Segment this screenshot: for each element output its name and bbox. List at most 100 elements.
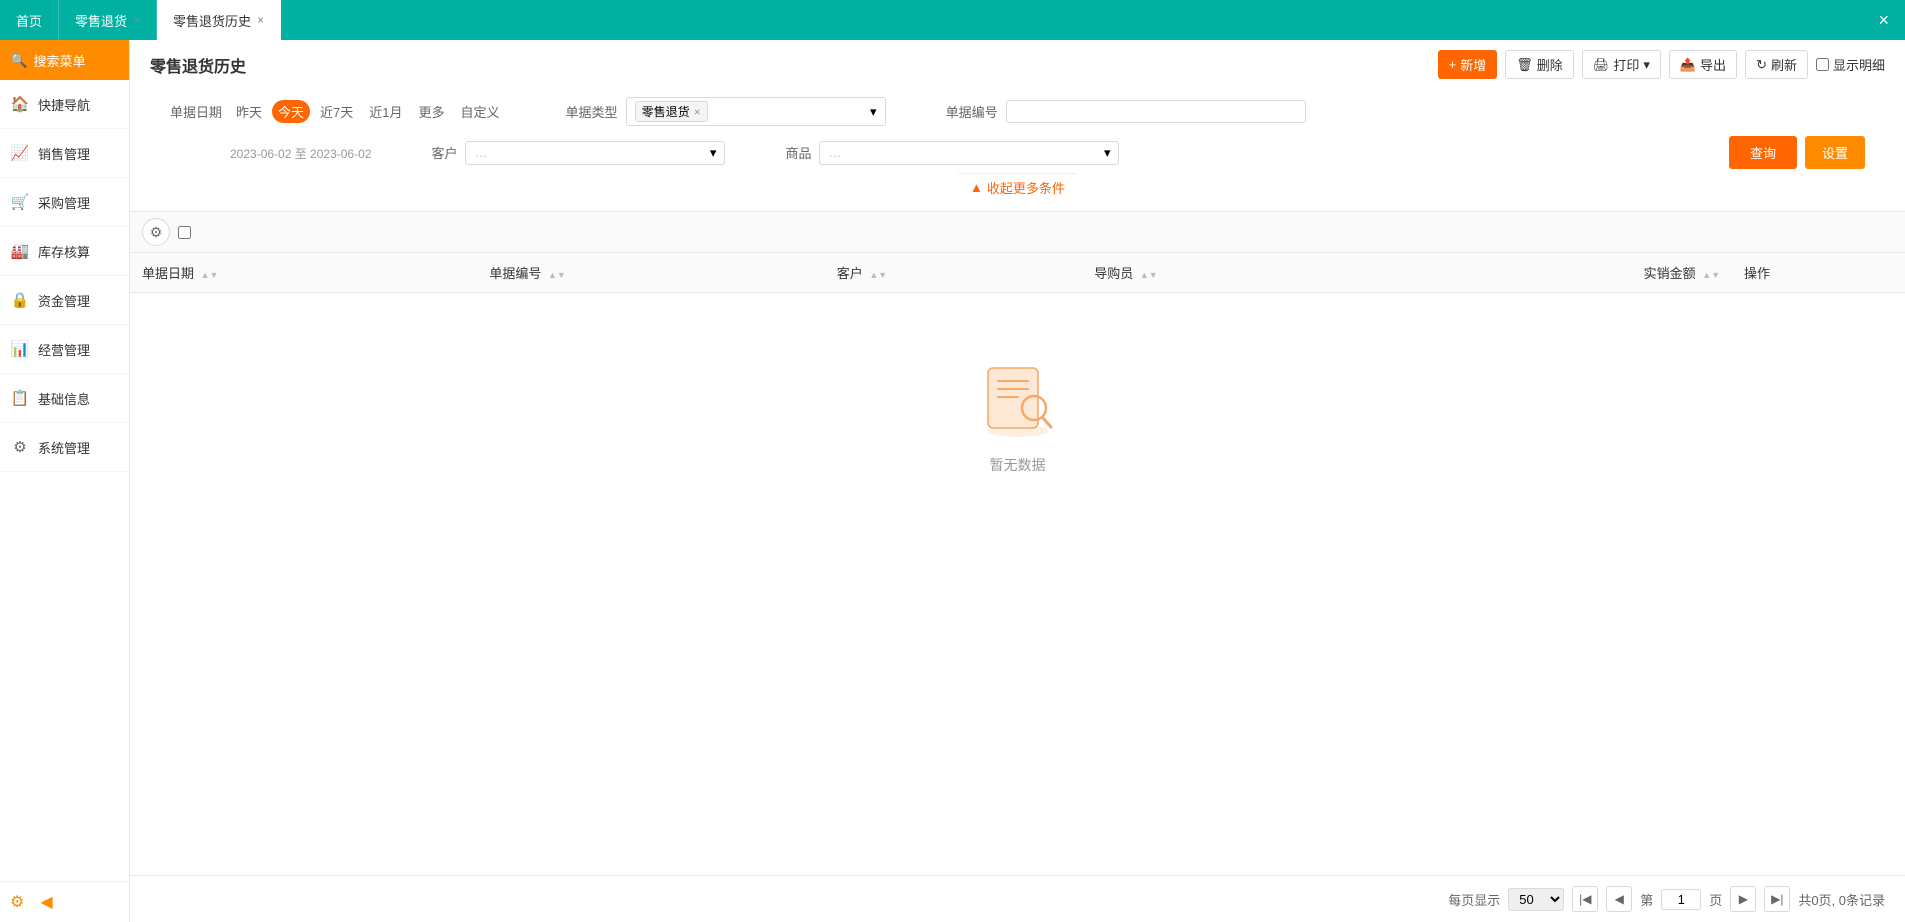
page-num-input[interactable] xyxy=(1661,889,1701,910)
bill-type-filter: 单据类型 零售退货 × ▾ xyxy=(566,97,886,126)
filter-date-range-row: 2023-06-02 至 2023-06-02 客户 … ▾ 商品 xyxy=(170,136,1865,169)
finance-icon: 🔒 xyxy=(10,290,30,310)
window-close-button[interactable]: × xyxy=(1878,10,1889,31)
col-customer: 客户 ▲▼ xyxy=(825,253,1082,293)
sidebar-item-purchase-label: 采购管理 xyxy=(38,193,90,212)
sidebar-item-basic-info-label: 基础信息 xyxy=(38,389,90,408)
sidebar-item-finance-label: 资金管理 xyxy=(38,291,90,310)
sort-guide-icon[interactable]: ▲▼ xyxy=(1140,270,1158,280)
customer-filter: 客户 … ▾ xyxy=(431,141,725,165)
tab-retail-return-history-label: 零售退货历史 xyxy=(173,11,251,30)
sidebar-item-finance[interactable]: 🔒 资金管理 xyxy=(0,276,129,325)
col-guide: 导购员 ▲▼ xyxy=(1082,253,1384,293)
table-toolbar: ⚙ xyxy=(130,212,1905,253)
date-opt-more[interactable]: 更多 xyxy=(413,100,451,123)
total-label: 共0页, 0条记录 xyxy=(1798,890,1885,909)
tab-home-label: 首页 xyxy=(16,11,42,30)
delete-icon: 🗑 xyxy=(1516,57,1533,73)
sidebar-item-sales[interactable]: 📈 销售管理 xyxy=(0,129,129,178)
page-size-select[interactable]: 10 20 50 100 xyxy=(1508,888,1564,911)
date-opt-7days[interactable]: 近7天 xyxy=(314,100,359,123)
settings-bottom-icon[interactable]: ⚙ xyxy=(10,892,24,912)
tab-retail-return-history-close[interactable]: × xyxy=(257,13,264,27)
bill-type-tag: 零售退货 × xyxy=(635,101,708,122)
page-next-button[interactable]: ▶ xyxy=(1730,886,1756,912)
empty-state: 暂无数据 xyxy=(130,293,1905,535)
sidebar-item-operation[interactable]: 📊 经营管理 xyxy=(0,325,129,374)
print-arrow: ▾ xyxy=(1643,57,1650,73)
show-detail-checkbox-label[interactable]: 显示明细 xyxy=(1816,55,1885,74)
date-opt-today[interactable]: 今天 xyxy=(272,100,310,123)
page-num-label: 第 xyxy=(1640,890,1653,909)
content-area: 零售退货历史 + 新增 🗑 删除 🖨 打印 ▾ xyxy=(130,40,1905,922)
search-icon: 🔍 xyxy=(10,52,27,69)
main-layout: 🔍 搜索菜单 🏠 快捷导航 📈 销售管理 🛒 采购管理 🏭 库存核算 🔒 资金管… xyxy=(0,40,1905,922)
tab-home[interactable]: 首页 xyxy=(0,0,59,40)
tab-retail-return-close[interactable]: × xyxy=(133,13,140,27)
bill-type-tags: 零售退货 × xyxy=(635,101,870,122)
delete-button[interactable]: 🗑 删除 xyxy=(1505,50,1574,79)
data-table: 单据日期 ▲▼ 单据编号 ▲▼ 客户 ▲▼ xyxy=(130,253,1905,293)
page-first-button[interactable]: |◀ xyxy=(1572,886,1598,912)
sales-icon: 📈 xyxy=(10,143,30,163)
sort-billno-icon[interactable]: ▲▼ xyxy=(548,270,566,280)
sidebar-item-sales-label: 销售管理 xyxy=(38,144,90,163)
sidebar-item-system[interactable]: ⚙ 系统管理 xyxy=(0,423,129,472)
date-opt-1month[interactable]: 近1月 xyxy=(363,100,408,123)
show-detail-checkbox[interactable] xyxy=(1816,58,1829,71)
print-icon: 🖨 xyxy=(1593,57,1610,73)
system-icon: ⚙ xyxy=(10,437,30,457)
collapse-sidebar-icon[interactable]: ◀ xyxy=(40,892,52,912)
empty-svg xyxy=(968,353,1068,443)
sidebar-item-inventory-label: 库存核算 xyxy=(38,242,90,261)
show-detail-label: 显示明细 xyxy=(1833,55,1885,74)
date-opt-custom[interactable]: 自定义 xyxy=(455,100,506,123)
bill-type-tag-close[interactable]: × xyxy=(694,105,701,119)
page-prev-button[interactable]: ◀ xyxy=(1606,886,1632,912)
collapse-button[interactable]: ▲ 收起更多条件 xyxy=(958,173,1077,201)
sort-amount-icon[interactable]: ▲▼ xyxy=(1702,270,1720,280)
settings-button[interactable]: 设置 xyxy=(1805,136,1865,169)
operation-icon: 📊 xyxy=(10,339,30,359)
customer-label: 客户 xyxy=(431,143,457,162)
inventory-icon: 🏭 xyxy=(10,241,30,261)
page-header: 零售退货历史 + 新增 🗑 删除 🖨 打印 ▾ xyxy=(130,40,1905,212)
product-select[interactable]: … ▾ xyxy=(819,141,1119,165)
refresh-label: 刷新 xyxy=(1771,55,1797,74)
sidebar-search[interactable]: 🔍 搜索菜单 xyxy=(0,40,129,80)
sidebar-item-purchase[interactable]: 🛒 采购管理 xyxy=(0,178,129,227)
sort-customer-icon[interactable]: ▲▼ xyxy=(869,270,887,280)
product-placeholder: … xyxy=(828,145,841,160)
export-button[interactable]: 📤 导出 xyxy=(1669,50,1737,79)
customer-select[interactable]: … ▾ xyxy=(465,141,725,165)
col-bill-no: 单据编号 ▲▼ xyxy=(477,253,824,293)
top-bar: 首页 零售退货 × 零售退货历史 × × xyxy=(0,0,1905,40)
page-actions: + 新增 🗑 删除 🖨 打印 ▾ 📤 导出 xyxy=(1438,50,1885,79)
date-filter: 单据日期 昨天 今天 近7天 近1月 更多 自定义 xyxy=(170,100,506,123)
tab-retail-return-history[interactable]: 零售退货历史 × xyxy=(157,0,281,40)
bill-no-input[interactable] xyxy=(1006,100,1306,123)
bill-type-select[interactable]: 零售退货 × ▾ xyxy=(626,97,886,126)
product-filter: 商品 … ▾ xyxy=(785,141,1119,165)
customer-arrow: ▾ xyxy=(710,145,717,161)
sidebar-item-inventory[interactable]: 🏭 库存核算 xyxy=(0,227,129,276)
purchase-icon: 🛒 xyxy=(10,192,30,212)
sidebar-item-basic-info[interactable]: 📋 基础信息 xyxy=(0,374,129,423)
print-button[interactable]: 🖨 打印 ▾ xyxy=(1582,50,1661,79)
export-icon: 📤 xyxy=(1680,57,1696,73)
page-size-label: 每页显示 xyxy=(1448,890,1500,909)
date-options: 昨天 今天 近7天 近1月 更多 自定义 xyxy=(230,100,506,123)
date-opt-yesterday[interactable]: 昨天 xyxy=(230,100,268,123)
delete-label: 删除 xyxy=(1537,55,1563,74)
refresh-button[interactable]: ↻ 刷新 xyxy=(1745,50,1808,79)
select-all-checkbox[interactable] xyxy=(178,226,191,239)
tab-retail-return[interactable]: 零售退货 × xyxy=(59,0,157,40)
add-button[interactable]: + 新增 xyxy=(1438,50,1498,79)
query-button[interactable]: 查询 xyxy=(1729,136,1797,169)
sidebar-item-quick-nav[interactable]: 🏠 快捷导航 xyxy=(0,80,129,129)
sort-date-icon[interactable]: ▲▼ xyxy=(201,270,219,280)
table-settings-icon[interactable]: ⚙ xyxy=(142,218,170,246)
filter-area: 单据日期 昨天 今天 近7天 近1月 更多 自定义 单据类型 xyxy=(150,87,1885,211)
page-last-button[interactable]: ▶| xyxy=(1764,886,1790,912)
tab-list: 首页 零售退货 × 零售退货历史 × xyxy=(0,0,1866,40)
